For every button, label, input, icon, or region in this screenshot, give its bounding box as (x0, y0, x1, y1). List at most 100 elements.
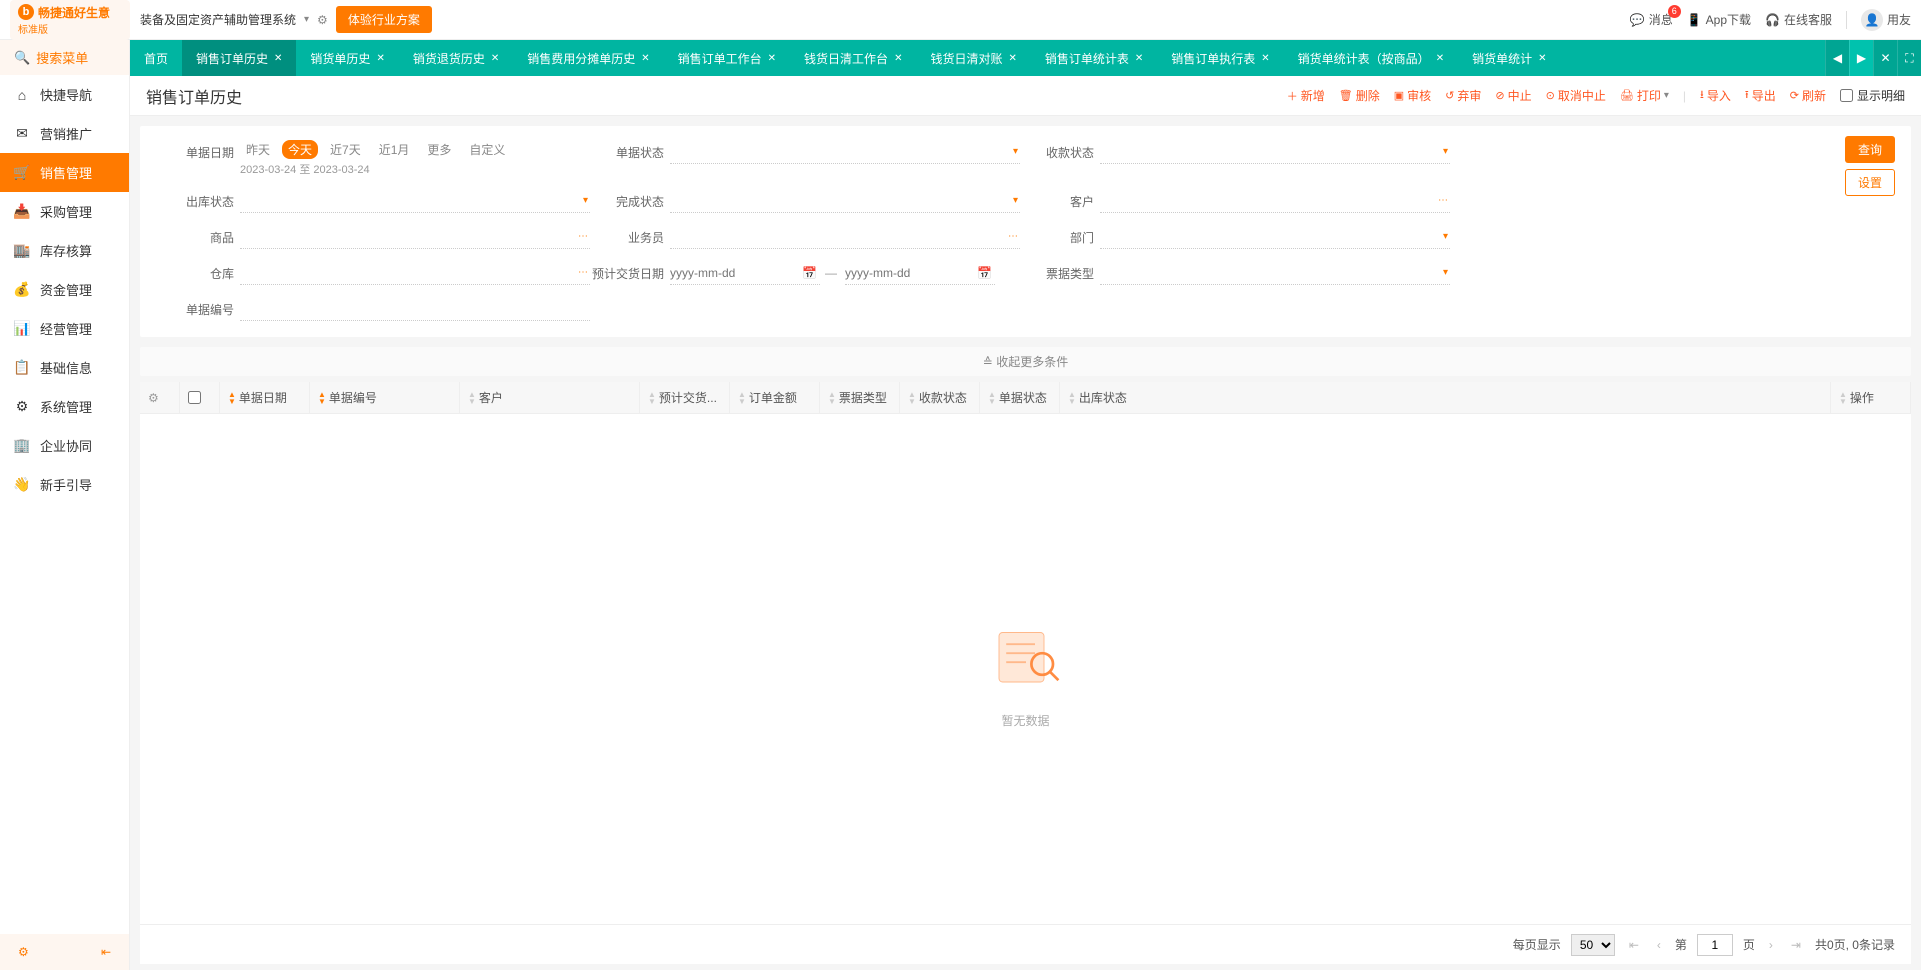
column-header-3[interactable]: ▲▼单据编号 (310, 382, 460, 413)
calendar-icon[interactable]: 📅 (977, 266, 992, 280)
date-pill-4[interactable]: 更多 (421, 140, 457, 159)
page-last[interactable]: ⇥ (1787, 938, 1805, 952)
expected-date-from[interactable] (670, 261, 820, 285)
tab-fullscreen[interactable]: ⛶ (1897, 40, 1921, 76)
tab-close-all[interactable]: ✕ (1873, 40, 1897, 76)
column-header-4[interactable]: ▲▼客户 (460, 382, 640, 413)
warehouse-select[interactable]: ⋯ (240, 261, 590, 285)
column-header-1[interactable] (180, 382, 220, 413)
column-header-5[interactable]: ▲▼预计交货... (640, 382, 730, 413)
refresh-button[interactable]: ⟳刷新 (1790, 87, 1826, 104)
close-icon[interactable]: ✕ (1436, 53, 1444, 64)
tab-0[interactable]: 首页 (130, 40, 182, 76)
collapse-sidebar-icon[interactable]: ⇤ (101, 945, 111, 959)
date-pill-3[interactable]: 近1月 (373, 140, 416, 159)
tab-1[interactable]: 销售订单历史✕ (182, 40, 296, 76)
tab-5[interactable]: 销售订单工作台✕ (664, 40, 790, 76)
sidebar-item-1[interactable]: ✉营销推广 (0, 114, 129, 153)
close-icon[interactable]: ✕ (274, 53, 282, 64)
delete-button[interactable]: 🗑删除 (1339, 87, 1380, 104)
new-button[interactable]: ＋新增 (1287, 87, 1325, 104)
page-input[interactable] (1697, 934, 1733, 956)
sidebar-item-7[interactable]: 📋基础信息 (0, 348, 129, 387)
gear-icon[interactable]: ⚙ (317, 13, 328, 27)
online-service-button[interactable]: 🎧 在线客服 (1765, 11, 1832, 28)
expected-date-to[interactable] (845, 261, 995, 285)
column-header-9[interactable]: ▲▼单据状态 (980, 382, 1060, 413)
bill-status-select[interactable]: ▾ (670, 140, 1020, 164)
audit-button[interactable]: ▣审核 (1394, 87, 1431, 104)
sidebar-item-5[interactable]: 💰资金管理 (0, 270, 129, 309)
tab-scroll-left[interactable]: ◀ (1825, 40, 1849, 76)
show-detail-checkbox[interactable]: 显示明细 (1840, 87, 1905, 104)
calendar-icon[interactable]: 📅 (802, 266, 817, 280)
product-select[interactable]: ⋯ (240, 225, 590, 249)
finish-status-select[interactable]: ▾ (670, 189, 1020, 213)
tab-3[interactable]: 销货退货历史✕ (399, 40, 513, 76)
page-prev[interactable]: ‹ (1653, 938, 1665, 952)
date-pill-1[interactable]: 今天 (282, 140, 318, 159)
sidebar-item-3[interactable]: 📥采购管理 (0, 192, 129, 231)
sidebar-item-10[interactable]: 👋新手引导 (0, 465, 129, 504)
close-icon[interactable]: ✕ (641, 53, 649, 64)
column-header-7[interactable]: ▲▼票据类型 (820, 382, 900, 413)
sidebar-item-9[interactable]: 🏢企业协同 (0, 426, 129, 465)
per-page-select[interactable]: 50 (1571, 934, 1615, 956)
column-header-0[interactable]: ⚙ (140, 382, 180, 413)
receipt-status-select[interactable]: ▾ (1100, 140, 1450, 164)
column-header-10[interactable]: ▲▼出库状态 (1060, 382, 1831, 413)
close-icon[interactable]: ✕ (1135, 53, 1143, 64)
settings-button[interactable]: 设置 (1845, 169, 1895, 196)
sidebar-item-0[interactable]: ⌂快捷导航 (0, 75, 129, 114)
app-download-button[interactable]: 📱 App下载 (1687, 11, 1751, 28)
column-header-11[interactable]: ▲▼操作 (1831, 382, 1911, 413)
industry-plan-button[interactable]: 体验行业方案 (336, 6, 432, 33)
page-first[interactable]: ⇤ (1625, 938, 1643, 952)
close-icon[interactable]: ✕ (768, 53, 776, 64)
tab-4[interactable]: 销售费用分摊单历史✕ (513, 40, 663, 76)
sidebar-item-8[interactable]: ⚙系统管理 (0, 387, 129, 426)
close-icon[interactable]: ✕ (1008, 53, 1016, 64)
tab-2[interactable]: 销货单历史✕ (296, 40, 398, 76)
tab-scroll-right[interactable]: ▶ (1849, 40, 1873, 76)
tab-6[interactable]: 钱货日清工作台✕ (790, 40, 916, 76)
collapse-filters[interactable]: ≙ 收起更多条件 (140, 347, 1911, 376)
print-button[interactable]: 🖨打印 ▾ (1620, 87, 1669, 104)
tab-10[interactable]: 销货单统计表（按商品）✕ (1284, 40, 1458, 76)
sidebar-item-6[interactable]: 📊经营管理 (0, 309, 129, 348)
select-all-checkbox[interactable] (188, 391, 201, 404)
query-button[interactable]: 查询 (1845, 136, 1895, 163)
import-button[interactable]: ⭳导入 (1700, 86, 1731, 105)
salesman-select[interactable]: ⋯ (670, 225, 1020, 249)
out-status-select[interactable]: ▾ (240, 189, 590, 213)
close-icon[interactable]: ✕ (1538, 53, 1546, 64)
customer-select[interactable]: ⋯ (1100, 189, 1450, 213)
date-pill-5[interactable]: 自定义 (463, 140, 511, 159)
page-next[interactable]: › (1765, 938, 1777, 952)
tab-11[interactable]: 销货单统计✕ (1458, 40, 1560, 76)
abandon-button[interactable]: ↺弃审 (1445, 87, 1481, 104)
dept-select[interactable]: ▾ (1100, 225, 1450, 249)
stop-button[interactable]: ⊘中止 (1495, 87, 1531, 104)
close-icon[interactable]: ✕ (376, 53, 384, 64)
messages-button[interactable]: 💬 消息 6 (1630, 11, 1673, 28)
close-icon[interactable]: ✕ (491, 53, 499, 64)
search-menu[interactable]: 🔍 搜索菜单 (0, 40, 129, 75)
tab-8[interactable]: 销售订单统计表✕ (1031, 40, 1157, 76)
date-pill-0[interactable]: 昨天 (240, 140, 276, 159)
unstop-button[interactable]: ⊙取消中止 (1546, 87, 1606, 104)
sidebar-item-2[interactable]: 🛒销售管理 (0, 153, 129, 192)
system-selector[interactable]: 装备及固定资产辅助管理系统 ▾ (140, 11, 309, 28)
gear-icon[interactable]: ⚙ (148, 391, 159, 405)
close-icon[interactable]: ✕ (1261, 53, 1269, 64)
export-button[interactable]: ⭱导出 (1745, 86, 1776, 105)
invoice-type-select[interactable]: ▾ (1100, 261, 1450, 285)
column-header-6[interactable]: ▲▼订单金额 (730, 382, 820, 413)
sidebar-item-4[interactable]: 🏬库存核算 (0, 231, 129, 270)
close-icon[interactable]: ✕ (894, 53, 902, 64)
column-header-8[interactable]: ▲▼收款状态 (900, 382, 980, 413)
column-header-2[interactable]: ▲▼单据日期 (220, 382, 310, 413)
tab-7[interactable]: 钱货日清对账✕ (916, 40, 1030, 76)
date-pill-2[interactable]: 近7天 (324, 140, 367, 159)
settings-icon[interactable]: ⚙ (18, 945, 29, 959)
